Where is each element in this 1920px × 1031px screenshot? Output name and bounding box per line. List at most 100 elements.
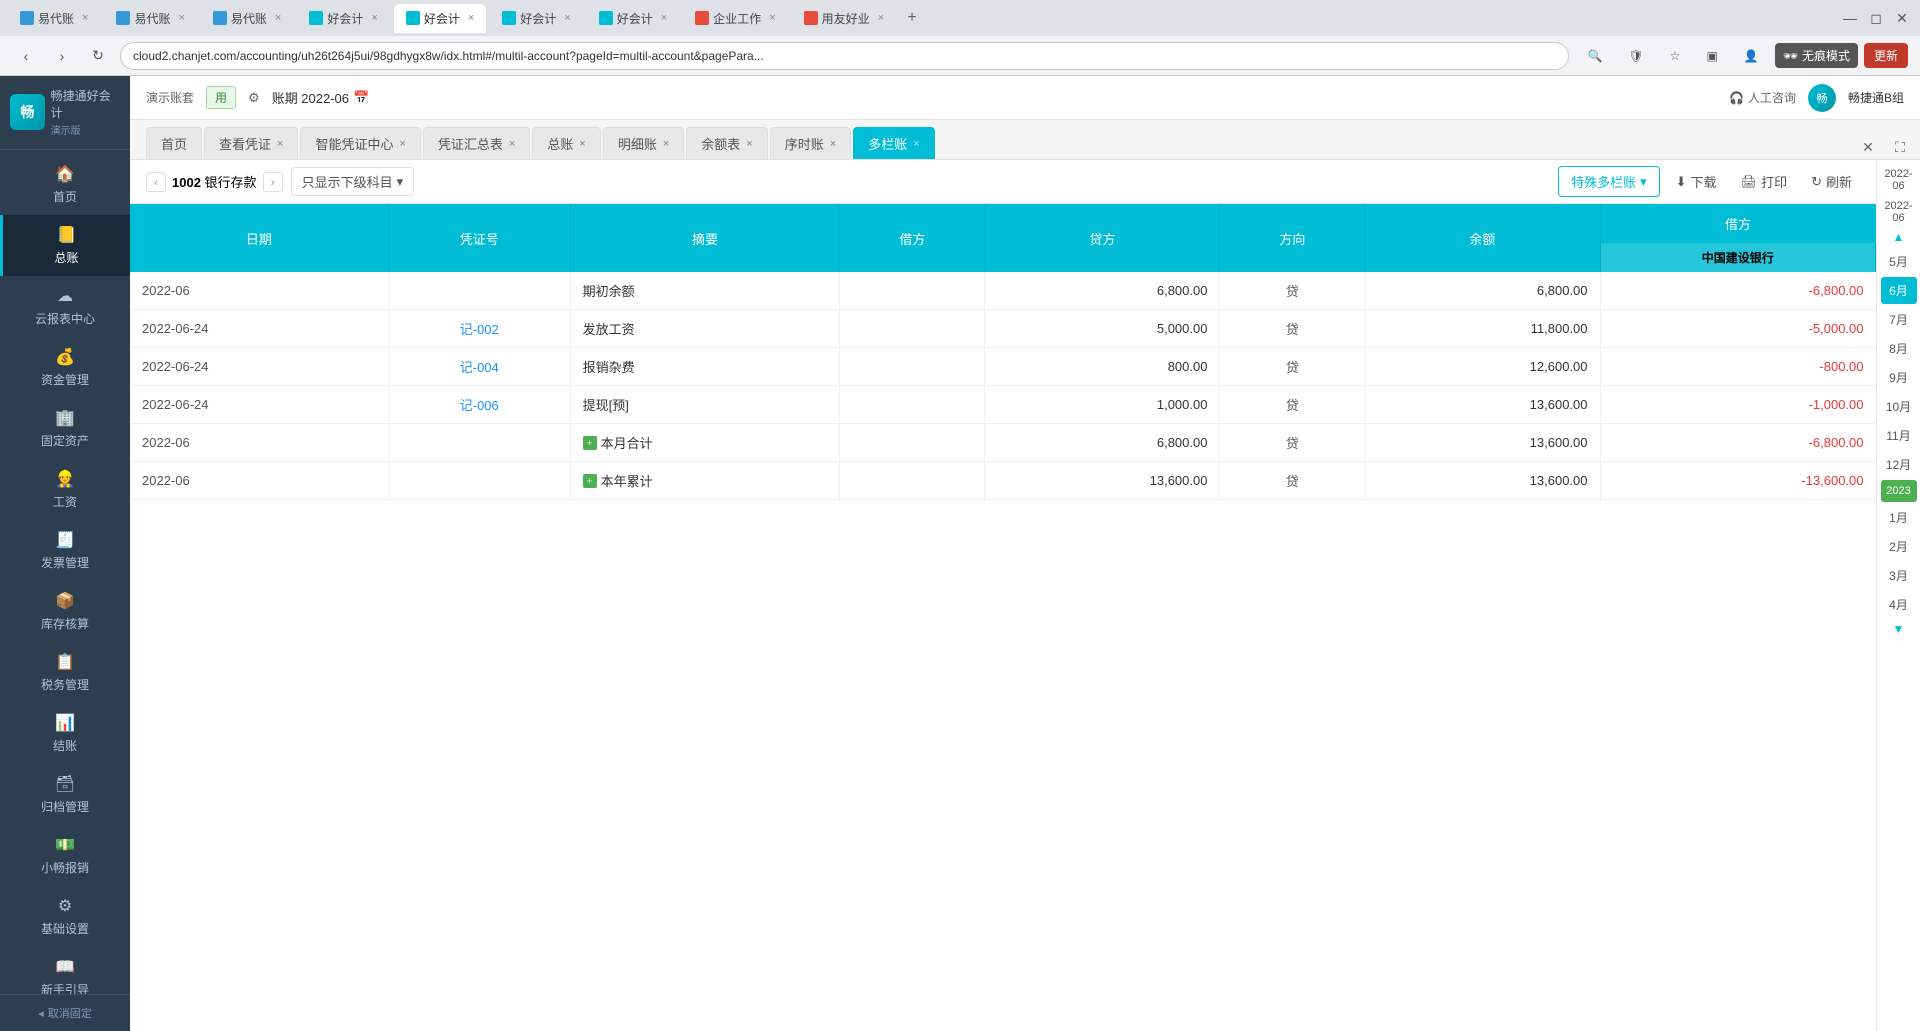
settings-icon[interactable]: ⚙ [248, 90, 260, 106]
browser-tab-5[interactable]: 好会计 × [394, 4, 486, 33]
cell-voucher[interactable]: 记-004 [388, 348, 570, 386]
tab-balance-close[interactable]: × [746, 138, 752, 150]
tab-smart-voucher[interactable]: 智能凭证中心 × [300, 127, 420, 159]
cell-voucher[interactable]: 记-002 [388, 310, 570, 348]
sidebar-item-inventory[interactable]: 📦 库存核算 [0, 581, 130, 642]
shield-icon[interactable]: 🛡 [1618, 45, 1653, 67]
tab-sequence-ledger[interactable]: 序时账 × [770, 127, 851, 159]
refresh-button[interactable]: ↻ 刷新 [1803, 167, 1860, 196]
minimize-button[interactable]: — [1840, 8, 1860, 28]
tab-close-9[interactable]: × [878, 12, 884, 24]
filter-select[interactable]: 只显示下级科目 ▾ [291, 167, 415, 196]
voucher-link[interactable]: 记-002 [460, 322, 499, 337]
sidebar-item-home[interactable]: 🏠 首页 [0, 154, 130, 215]
update-button[interactable]: 更新 [1864, 43, 1908, 68]
calendar-month-feb[interactable]: 2月 [1881, 533, 1917, 560]
tab-close-7[interactable]: × [661, 12, 667, 24]
browser-tab-6[interactable]: 好会计 × [490, 4, 582, 33]
sidebar-unpin[interactable]: ◂ 取消固定 [0, 994, 130, 1031]
print-button[interactable]: 🖨 打印 [1733, 167, 1796, 196]
sidebar-item-label-archive: 归档管理 [41, 798, 89, 815]
calendar-month-apr[interactable]: 4月 [1881, 591, 1917, 618]
browser-tab-3[interactable]: 易代账 × [201, 4, 293, 33]
voucher-link[interactable]: 记-004 [460, 360, 499, 375]
sidebar-item-tax[interactable]: 📋 税务管理 [0, 642, 130, 703]
close-button[interactable]: ✕ [1892, 8, 1912, 28]
forward-button[interactable]: › [48, 42, 76, 70]
browser-tab-1[interactable]: 易代账 × [8, 4, 100, 33]
next-account-button[interactable]: › [263, 172, 283, 192]
sidebar-item-assets[interactable]: 🏢 固定资产 [0, 398, 130, 459]
calendar-month-aug[interactable]: 8月 [1881, 335, 1917, 362]
tab-detail-ledger-close[interactable]: × [663, 138, 669, 150]
search-icon[interactable]: 🔍 [1577, 45, 1612, 67]
sidebar-item-ledger[interactable]: 📒 总账 [0, 215, 130, 276]
special-column-button[interactable]: 特殊多栏账 ▾ [1558, 166, 1660, 197]
sidebar-item-funds[interactable]: 💰 资金管理 [0, 337, 130, 398]
tab-general-ledger[interactable]: 总账 × [532, 127, 600, 159]
profile-button[interactable]: 👤 [1734, 45, 1769, 67]
tab-close-8[interactable]: × [769, 12, 775, 24]
browser-tab-8[interactable]: 企业工作 × [683, 4, 787, 33]
tab-general-ledger-close[interactable]: × [579, 138, 585, 150]
calendar-month-sep[interactable]: 9月 [1881, 364, 1917, 391]
tab-voucher-summary-close[interactable]: × [509, 138, 515, 150]
calendar-month-mar[interactable]: 3月 [1881, 562, 1917, 589]
calendar-scroll-down[interactable]: ▼ [1881, 620, 1917, 638]
back-button[interactable]: ‹ [12, 42, 40, 70]
calendar-month-jun[interactable]: 6月 [1881, 277, 1917, 304]
browser-tab-4[interactable]: 好会计 × [297, 4, 389, 33]
tab-close-2[interactable]: × [178, 12, 184, 24]
tab-expand[interactable]: ⛶ [1888, 135, 1912, 159]
sidebar-item-expense[interactable]: 💵 小畅报销 [0, 825, 130, 886]
service-button[interactable]: 🎧 人工咨询 [1729, 89, 1796, 106]
calendar-month-nov[interactable]: 11月 [1881, 422, 1917, 449]
user-avatar[interactable]: 畅 [1808, 84, 1836, 112]
tab-close-3[interactable]: × [275, 12, 281, 24]
new-tab-button[interactable]: + [900, 6, 924, 30]
tab-close-4[interactable]: × [371, 12, 377, 24]
tab-close-6[interactable]: × [564, 12, 570, 24]
calendar-icon[interactable]: 📅 [353, 90, 369, 106]
voucher-link[interactable]: 记-006 [460, 398, 499, 413]
calendar-month-may[interactable]: 5月 [1881, 248, 1917, 275]
tab-home[interactable]: 首页 [146, 127, 202, 159]
calendar-scroll-up[interactable]: ▲ [1881, 228, 1917, 246]
browser-tab-9[interactable]: 用友好业 × [792, 4, 896, 33]
reload-button[interactable]: ↻ [84, 42, 112, 70]
user-name: 畅捷通B组 [1848, 89, 1904, 106]
tab-multi-column[interactable]: 多栏账 × [853, 127, 934, 159]
calendar-month-dec[interactable]: 12月 [1881, 451, 1917, 478]
tab-voucher-summary[interactable]: 凭证汇总表 × [423, 127, 530, 159]
calendar-month-jan[interactable]: 1月 [1881, 504, 1917, 531]
browser-tab-2[interactable]: 易代账 × [104, 4, 196, 33]
maximize-button[interactable]: ◻ [1866, 8, 1886, 28]
tab-view-voucher[interactable]: 查看凭证 × [204, 127, 298, 159]
tab-view-voucher-close[interactable]: × [277, 138, 283, 150]
sidebar-item-settings[interactable]: ⚙ 基础设置 [0, 886, 130, 947]
sidebar-item-close[interactable]: 📊 结账 [0, 703, 130, 764]
browser-tab-7[interactable]: 好会计 × [587, 4, 679, 33]
sidebar-item-reports[interactable]: ☁ 云报表中心 [0, 276, 130, 337]
download-button[interactable]: ⬇ 下载 [1668, 167, 1725, 196]
sidebar-item-archive[interactable]: 🗃 归档管理 [0, 764, 130, 825]
sidebar-toggle[interactable]: ▣ [1696, 45, 1727, 67]
star-icon[interactable]: ☆ [1660, 45, 1691, 67]
sidebar-item-salary[interactable]: 👷 工资 [0, 459, 130, 520]
sidebar-item-guide[interactable]: 📖 新手引导 [0, 947, 130, 994]
tab-close-1[interactable]: × [82, 12, 88, 24]
tab-balance[interactable]: 余额表 × [686, 127, 767, 159]
tab-close-5[interactable]: × [468, 12, 474, 24]
tab-sequence-ledger-close[interactable]: × [830, 138, 836, 150]
tab-smart-voucher-close[interactable]: × [399, 138, 405, 150]
calendar-month-oct[interactable]: 10月 [1881, 393, 1917, 420]
calendar-month-jul[interactable]: 7月 [1881, 306, 1917, 333]
cell-voucher[interactable]: 记-006 [388, 386, 570, 424]
incognito-button[interactable]: 🕶 无痕模式 [1775, 43, 1858, 68]
sidebar-item-invoice[interactable]: 🧾 发票管理 [0, 520, 130, 581]
prev-account-button[interactable]: ‹ [146, 172, 166, 192]
tab-multi-column-close[interactable]: × [913, 138, 919, 150]
url-bar[interactable]: cloud2.chanjet.com/accounting/uh26t264j5… [120, 42, 1569, 70]
tab-detail-ledger[interactable]: 明细账 × [603, 127, 684, 159]
tab-close-all[interactable]: ✕ [1856, 135, 1880, 159]
